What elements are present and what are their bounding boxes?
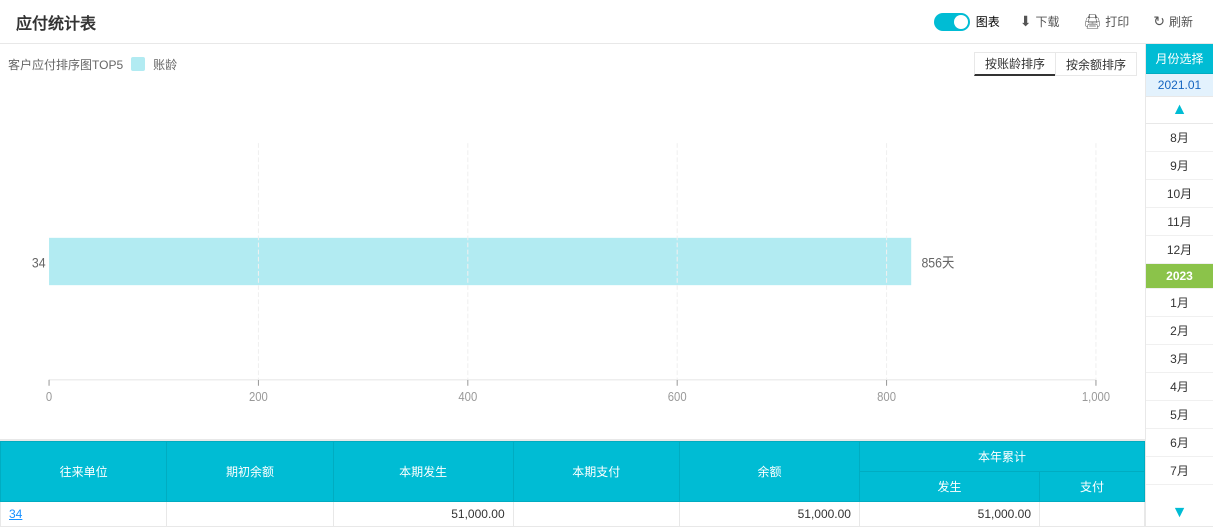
month-item[interactable]: 2023 [1146, 264, 1213, 289]
month-item[interactable]: 5月 [1146, 401, 1213, 429]
refresh-button[interactable]: ↻ 刷新 [1149, 11, 1197, 32]
cell-ytd-payment [1040, 502, 1145, 527]
chart-svg: 34 856天 0 200 400 [8, 84, 1137, 439]
y-axis-label: 34 [32, 255, 46, 271]
chart-wrapper: 34 856天 0 200 400 [8, 84, 1137, 439]
download-button[interactable]: ⬇ 下载 [1016, 11, 1064, 32]
bar-value-label: 856天 [921, 255, 954, 271]
data-table: 往来单位 期初余额 本期发生 本期支付 余额 本年累计 发生 支付 [0, 441, 1145, 527]
chart-sort-buttons: 按账龄排序 按余额排序 [974, 52, 1137, 76]
sidebar-down-button[interactable]: ▼ [1146, 500, 1213, 527]
sort-by-amount-button[interactable]: 按账龄排序 [974, 52, 1055, 76]
th-ytd-payment: 支付 [1040, 472, 1145, 502]
th-source: 往来单位 [1, 442, 167, 502]
chart-toggle[interactable]: 图表 [934, 13, 1000, 31]
chart-legend: 客户应付排序图TOP5 账龄 [8, 56, 177, 73]
sidebar: 月份选择 2021.01 ▲ 8月9月10月11月12月20231月2月3月4月… [1145, 44, 1213, 527]
table-row: 34 51,000.00 51,000.00 51,000.00 [1, 502, 1145, 527]
toggle-thumb [954, 15, 968, 29]
svg-text:1,000: 1,000 [1082, 389, 1110, 404]
page-title: 应付统计表 [16, 10, 96, 34]
toggle-track [934, 13, 970, 31]
print-label: 打印 [1105, 13, 1129, 30]
month-item[interactable]: 12月 [1146, 236, 1213, 264]
download-icon: ⬇ [1020, 13, 1032, 30]
app-container: 应付统计表 图表 ⬇ 下载 🖨 打印 ↻ 刷新 [0, 0, 1213, 527]
content-wrapper: 客户应付排序图TOP5 账龄 按账龄排序 按余额排序 34 [0, 44, 1145, 527]
sidebar-scroll[interactable]: 8月9月10月11月12月20231月2月3月4月5月6月7月 [1146, 124, 1213, 500]
month-item[interactable]: 9月 [1146, 152, 1213, 180]
th-payment: 本期支付 [513, 442, 679, 502]
chevron-down-icon: ▼ [1172, 504, 1188, 522]
th-balance: 余额 [679, 442, 859, 502]
month-item[interactable]: 3月 [1146, 345, 1213, 373]
chart-section: 客户应付排序图TOP5 账龄 按账龄排序 按余额排序 34 [0, 44, 1145, 439]
month-item[interactable]: 11月 [1146, 208, 1213, 236]
refresh-label: 刷新 [1169, 13, 1193, 30]
cell-source[interactable]: 34 [1, 502, 167, 527]
toggle-label: 图表 [976, 13, 1000, 30]
month-item[interactable]: 1月 [1146, 289, 1213, 317]
th-ytd: 本年累计 [859, 442, 1144, 472]
month-item[interactable]: 8月 [1146, 124, 1213, 152]
svg-text:400: 400 [458, 389, 477, 404]
sort-by-balance-button[interactable]: 按余额排序 [1055, 52, 1137, 76]
print-button[interactable]: 🖨 打印 [1079, 11, 1133, 32]
cell-balance: 51,000.00 [679, 502, 859, 527]
th-ytd-occurrence: 发生 [859, 472, 1039, 502]
cell-occurrence: 51,000.00 [333, 502, 513, 527]
th-opening: 期初余额 [167, 442, 333, 502]
cell-payment [513, 502, 679, 527]
svg-text:800: 800 [877, 389, 896, 404]
chart-legend-item: 账龄 [153, 56, 177, 73]
cell-ytd-occurrence: 51,000.00 [859, 502, 1039, 527]
chart-header: 客户应付排序图TOP5 账龄 按账龄排序 按余额排序 [8, 52, 1137, 76]
month-item[interactable]: 10月 [1146, 180, 1213, 208]
month-item[interactable]: 7月 [1146, 457, 1213, 485]
chart-bar [49, 238, 911, 285]
chevron-up-icon: ▲ [1172, 101, 1188, 119]
print-icon: 🖨 [1083, 13, 1101, 30]
month-item[interactable]: 6月 [1146, 429, 1213, 457]
header-actions: 图表 ⬇ 下载 🖨 打印 ↻ 刷新 [934, 11, 1197, 32]
chart-legend-title: 客户应付排序图TOP5 [8, 56, 123, 73]
svg-text:0: 0 [46, 389, 52, 404]
sidebar-header: 月份选择 [1146, 44, 1213, 74]
month-item[interactable]: 2月 [1146, 317, 1213, 345]
month-item[interactable]: 4月 [1146, 373, 1213, 401]
refresh-icon: ↻ [1153, 13, 1165, 30]
main-content: 客户应付排序图TOP5 账龄 按账龄排序 按余额排序 34 [0, 44, 1213, 527]
download-label: 下载 [1035, 13, 1059, 30]
sidebar-up-button[interactable]: ▲ [1146, 97, 1213, 124]
legend-box [131, 57, 145, 71]
svg-text:600: 600 [668, 389, 687, 404]
sidebar-current[interactable]: 2021.01 [1146, 74, 1213, 97]
th-occurrence: 本期发生 [333, 442, 513, 502]
table-section: 往来单位 期初余额 本期发生 本期支付 余额 本年累计 发生 支付 [0, 439, 1145, 527]
svg-text:200: 200 [249, 389, 268, 404]
cell-opening [167, 502, 333, 527]
header: 应付统计表 图表 ⬇ 下载 🖨 打印 ↻ 刷新 [0, 0, 1213, 44]
